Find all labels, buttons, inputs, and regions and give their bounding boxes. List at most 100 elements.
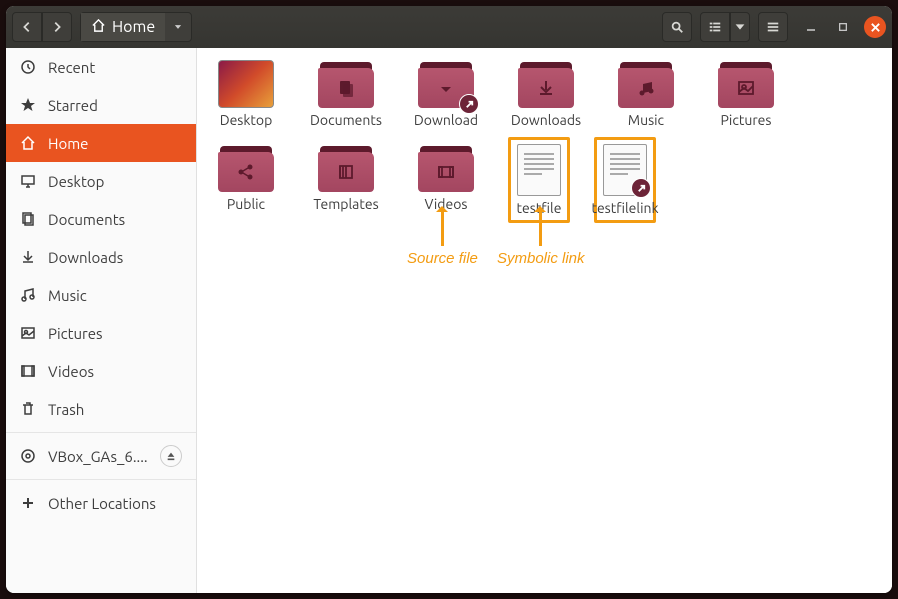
window-controls: [800, 16, 886, 38]
view-dropdown-button[interactable]: [730, 12, 750, 42]
annotation-label: Source file: [407, 250, 478, 267]
symlink-badge-icon: [631, 178, 651, 198]
file-label: Public: [227, 196, 265, 212]
desktop-thumbnail-icon: [218, 60, 274, 108]
file-item-templates[interactable]: Templates: [315, 144, 377, 216]
star-icon: [20, 97, 36, 113]
file-item-downloads[interactable]: Downloads: [515, 60, 577, 128]
videos-emblem-icon: [436, 162, 456, 182]
path-home-segment[interactable]: Home: [81, 13, 165, 41]
sidebar-item-pictures[interactable]: Pictures: [6, 314, 196, 352]
arrow-icon: [539, 208, 542, 246]
sidebar-item-music[interactable]: Music: [6, 276, 196, 314]
sidebar-item-downloads[interactable]: Downloads: [6, 238, 196, 276]
pictures-icon: [20, 325, 36, 341]
clock-icon: [20, 59, 36, 75]
file-item-public[interactable]: Public: [215, 144, 277, 216]
sidebar: Recent Starred Home Desktop Documents Do…: [6, 48, 197, 593]
forward-button[interactable]: [42, 12, 72, 42]
folder-icon: [618, 60, 674, 108]
file-label: Pictures: [721, 112, 772, 128]
path-dropdown[interactable]: [165, 13, 191, 41]
sidebar-item-label: Recent: [48, 59, 95, 76]
sidebar-item-home[interactable]: Home: [6, 124, 196, 162]
symlink-badge-icon: [459, 94, 479, 114]
pictures-emblem-icon: [736, 78, 756, 98]
sidebar-item-label: Videos: [48, 363, 94, 380]
home-icon: [20, 135, 36, 151]
back-button[interactable]: [12, 12, 42, 42]
folder-icon: [318, 144, 374, 192]
search-button[interactable]: [662, 12, 692, 42]
file-item-desktop[interactable]: Desktop: [215, 60, 277, 128]
folder-icon: [218, 144, 274, 192]
sidebar-item-label: Desktop: [48, 173, 104, 190]
eject-button[interactable]: [160, 445, 182, 467]
videos-icon: [20, 363, 36, 379]
path-bar: Home: [80, 12, 192, 42]
folder-icon: [418, 144, 474, 192]
sidebar-item-label: Downloads: [48, 249, 123, 266]
titlebar: Home: [6, 6, 892, 48]
share-emblem-icon: [236, 162, 256, 182]
folder-icon: [318, 60, 374, 108]
nav-buttons: [12, 12, 72, 42]
sidebar-item-videos[interactable]: Videos: [6, 352, 196, 390]
documents-emblem-icon: [336, 78, 356, 98]
file-label: Music: [628, 112, 664, 128]
folder-icon: [518, 60, 574, 108]
path-label: Home: [112, 18, 155, 36]
sidebar-item-recent[interactable]: Recent: [6, 48, 196, 86]
home-icon: [91, 18, 106, 37]
downloads-emblem-icon: [536, 78, 556, 98]
maximize-button[interactable]: [832, 16, 854, 38]
view-list-button[interactable]: [700, 12, 730, 42]
sidebar-item-starred[interactable]: Starred: [6, 86, 196, 124]
file-label: Documents: [310, 112, 382, 128]
file-manager-window: Home: [6, 6, 892, 593]
file-item-download-link[interactable]: Download: [415, 60, 477, 128]
file-item-music[interactable]: Music: [615, 60, 677, 128]
file-item-pictures[interactable]: Pictures: [715, 60, 777, 128]
sidebar-other-locations[interactable]: Other Locations: [6, 484, 196, 522]
sidebar-item-trash[interactable]: Trash: [6, 390, 196, 428]
file-label: Download: [414, 112, 478, 128]
music-icon: [20, 287, 36, 303]
desktop-icon: [20, 173, 36, 189]
file-label: Desktop: [220, 112, 273, 128]
file-item-testfilelink[interactable]: testfilelink: [594, 137, 656, 223]
sidebar-item-label: Pictures: [48, 325, 103, 342]
file-label: Templates: [313, 196, 378, 212]
file-item-documents[interactable]: Documents: [315, 60, 377, 128]
trash-icon: [20, 401, 36, 417]
downloads-emblem-icon: [436, 78, 456, 98]
sidebar-mount-vbox[interactable]: VBox_GAs_6....: [6, 437, 196, 475]
templates-emblem-icon: [336, 162, 356, 182]
plus-icon: [20, 495, 36, 511]
sidebar-item-label: Music: [48, 287, 87, 304]
disc-icon: [20, 448, 36, 464]
file-label: testfilelink: [591, 200, 658, 216]
close-button[interactable]: [864, 16, 886, 38]
file-label: Downloads: [511, 112, 581, 128]
sidebar-item-label: Documents: [48, 211, 125, 228]
hamburger-menu-button[interactable]: [758, 12, 788, 42]
documents-icon: [20, 211, 36, 227]
sidebar-item-desktop[interactable]: Desktop: [6, 162, 196, 200]
sidebar-item-label: Home: [48, 135, 88, 152]
annotation-source-file: Source file: [407, 208, 478, 267]
sidebar-item-label: VBox_GAs_6....: [48, 448, 148, 465]
file-view[interactable]: Desktop Documents Download Downloads: [197, 48, 892, 593]
sidebar-item-label: Other Locations: [48, 495, 156, 512]
annotation-label: Symbolic link: [497, 250, 585, 267]
sidebar-item-label: Starred: [48, 97, 98, 114]
music-emblem-icon: [636, 78, 656, 98]
minimize-button[interactable]: [800, 16, 822, 38]
arrow-icon: [441, 208, 444, 246]
folder-icon: [718, 60, 774, 108]
text-file-icon: [517, 144, 561, 196]
annotation-symbolic-link: Symbolic link: [497, 208, 585, 267]
sidebar-item-label: Trash: [48, 401, 84, 418]
sidebar-item-documents[interactable]: Documents: [6, 200, 196, 238]
downloads-icon: [20, 249, 36, 265]
